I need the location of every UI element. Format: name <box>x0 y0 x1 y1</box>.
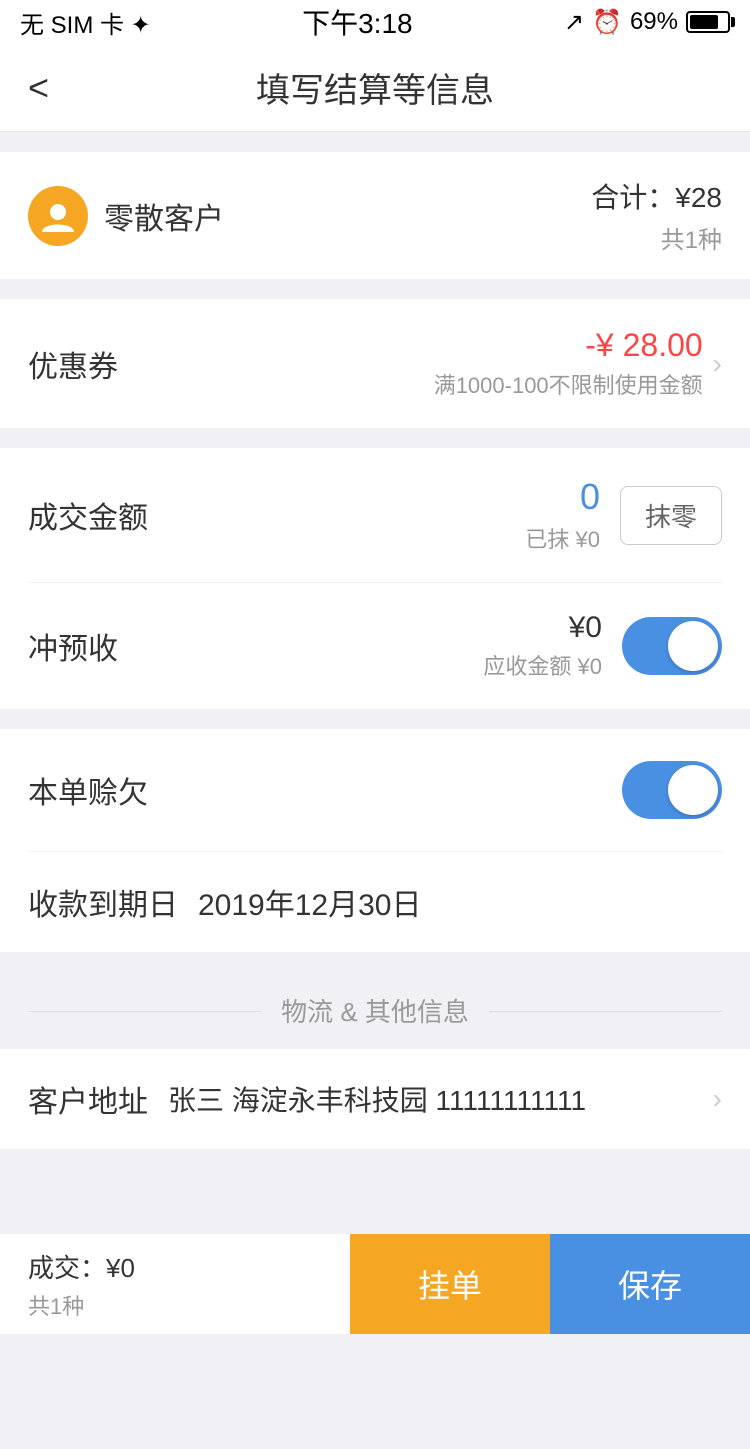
customer-right: 合计：¥28 共1种 <box>591 176 722 255</box>
save-button[interactable]: 保存 <box>550 1234 750 1334</box>
deal-amount-row: 成交金额 0 已抹 ¥0 抹零 <box>28 448 722 582</box>
bottom-count: 共1种 <box>28 1289 322 1321</box>
debt-row: 本单赊欠 <box>28 729 722 851</box>
customer-avatar <box>28 186 88 246</box>
coupon-row[interactable]: 优惠券 -¥ 28.00 满1000-100不限制使用金额 › <box>28 299 722 428</box>
logistics-title-wrap: 物流 & 其他信息 <box>261 992 489 1029</box>
section-gap-2 <box>0 279 750 299</box>
address-row[interactable]: 客户地址 张三 海淀永丰科技园 11111111111 › <box>28 1049 722 1149</box>
bottom-deal-label: 成交： <box>28 1253 106 1283</box>
prepay-subtotal: 应收金额 ¥0 <box>483 649 602 681</box>
coupon-content: -¥ 28.00 满1000-100不限制使用金额 <box>434 327 703 400</box>
prepay-row: 冲预收 ¥0 应收金额 ¥0 <box>28 583 722 709</box>
deal-value: 0 <box>525 476 600 518</box>
section-gap-1 <box>0 132 750 152</box>
due-date-value: 2019年12月30日 <box>198 880 421 924</box>
status-right: ↗ ⏰ 69% <box>564 8 730 37</box>
deal-value-wrap: 0 已抹 ¥0 <box>525 476 600 554</box>
deal-subtotal: 已抹 ¥0 <box>525 522 600 554</box>
deal-right: 0 已抹 ¥0 抹零 <box>525 476 722 554</box>
nav-bar: < 填写结算等信息 <box>0 44 750 132</box>
status-time: 下午3:18 <box>302 2 413 42</box>
bottom-bar: 成交：¥0 共1种 挂单 保存 <box>0 1234 750 1334</box>
hangup-button[interactable]: 挂单 <box>350 1234 550 1334</box>
prepay-value-wrap: ¥0 应收金额 ¥0 <box>483 611 602 681</box>
location-icon: ↗ <box>564 8 584 37</box>
prepay-value: ¥0 <box>483 611 602 645</box>
bottom-deal-display: 成交：¥0 <box>28 1248 322 1285</box>
address-value: 张三 海淀永丰科技园 11111111111 <box>168 1079 713 1119</box>
address-section: 客户地址 张三 海淀永丰科技园 11111111111 › <box>0 1049 750 1149</box>
back-button[interactable]: < <box>28 67 49 109</box>
prepay-label: 冲预收 <box>28 624 118 668</box>
due-date-row: 收款到期日 2019年12月30日 <box>28 852 722 952</box>
battery-icon <box>686 11 730 33</box>
battery-label: 69% <box>630 8 678 36</box>
status-bar: 无 SIM 卡 ✦ 下午3:18 ↗ ⏰ 69% <box>0 0 750 44</box>
deal-amount-label: 成交金额 <box>28 493 148 537</box>
chevron-right-icon: › <box>713 348 722 380</box>
bottom-summary: 成交：¥0 共1种 <box>0 1248 350 1321</box>
debt-toggle[interactable] <box>622 761 722 819</box>
section-gap-4 <box>0 709 750 729</box>
customer-section: 零散客户 合计：¥28 共1种 <box>0 152 750 279</box>
customer-left: 零散客户 <box>28 186 224 246</box>
address-label: 客户地址 <box>28 1077 148 1121</box>
customer-total: 合计：¥28 <box>591 176 722 216</box>
debt-toggle-thumb <box>668 765 718 815</box>
section-gap-5 <box>0 952 750 972</box>
page-title: 填写结算等信息 <box>256 63 494 112</box>
due-date-label: 收款到期日 <box>28 880 178 924</box>
address-chevron-icon: › <box>713 1083 722 1115</box>
status-left: 无 SIM 卡 ✦ <box>20 5 151 40</box>
round-button[interactable]: 抹零 <box>620 486 722 545</box>
toggle-thumb <box>668 621 718 671</box>
coupon-desc: 满1000-100不限制使用金额 <box>434 368 703 400</box>
prepay-toggle[interactable] <box>622 617 722 675</box>
deal-section: 成交金额 0 已抹 ¥0 抹零 冲预收 ¥0 应收金额 ¥0 <box>0 448 750 709</box>
customer-row: 零散客户 合计：¥28 共1种 <box>28 152 722 279</box>
sim-status: 无 SIM 卡 ✦ <box>20 5 151 40</box>
debt-section: 本单赊欠 收款到期日 2019年12月30日 <box>0 729 750 952</box>
debt-label: 本单赊欠 <box>28 768 148 812</box>
coupon-label: 优惠券 <box>28 342 118 386</box>
coupon-section: 优惠券 -¥ 28.00 满1000-100不限制使用金额 › <box>0 299 750 428</box>
logistics-title: 物流 & 其他信息 <box>281 997 469 1027</box>
customer-count: 共1种 <box>591 220 722 255</box>
alarm-icon: ⏰ <box>592 8 622 37</box>
coupon-right: -¥ 28.00 满1000-100不限制使用金额 › <box>434 327 722 400</box>
logistics-header: 物流 & 其他信息 <box>0 972 750 1049</box>
coupon-amount: -¥ 28.00 <box>434 327 703 364</box>
bottom-deal-value: ¥0 <box>106 1253 135 1283</box>
section-gap-3 <box>0 428 750 448</box>
prepay-right: ¥0 应收金额 ¥0 <box>483 611 722 681</box>
customer-name: 零散客户 <box>104 194 224 238</box>
